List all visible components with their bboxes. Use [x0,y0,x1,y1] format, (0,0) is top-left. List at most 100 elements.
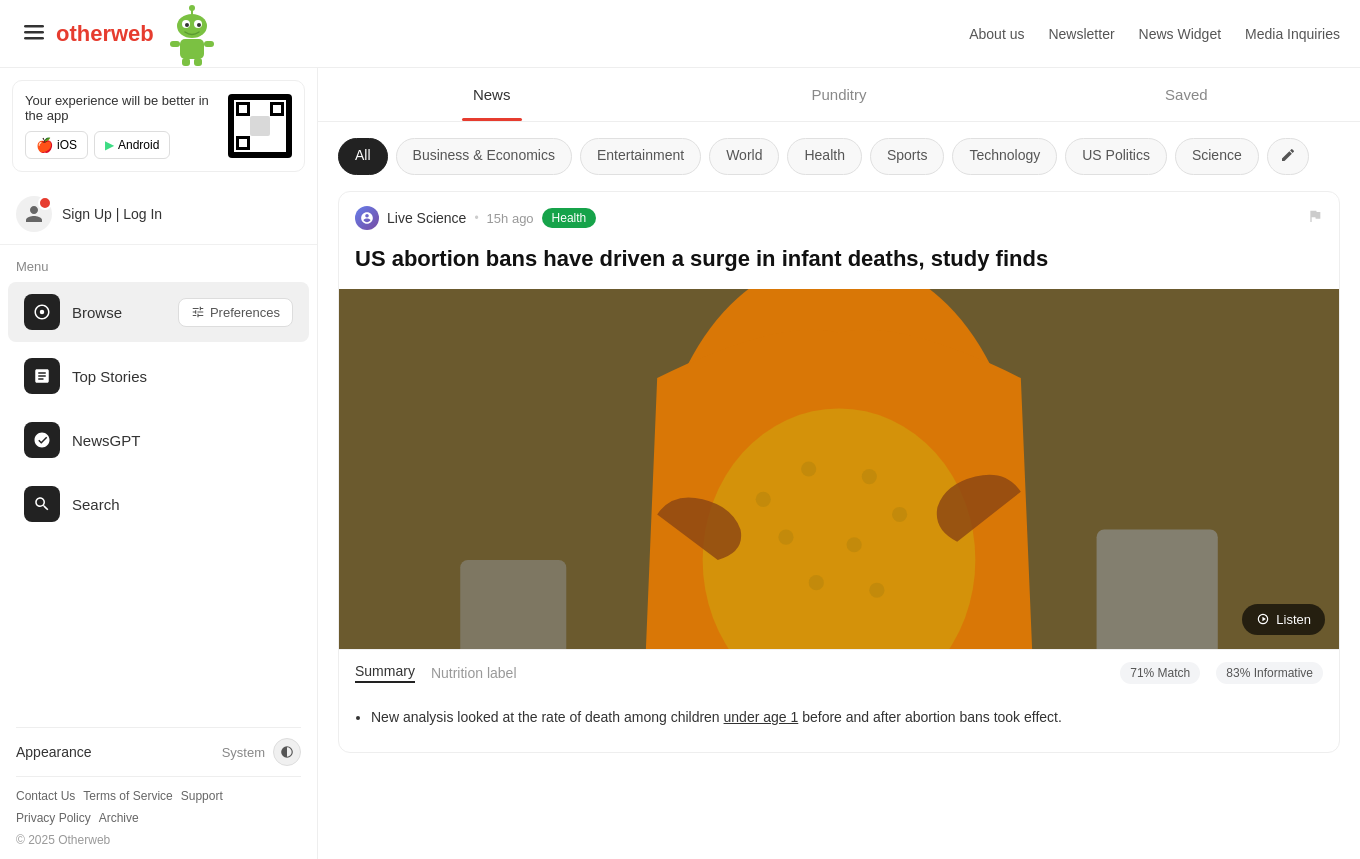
sidebar-item-browse[interactable]: Browse Preferences [8,282,309,342]
sidebar-item-newsgpt[interactable]: NewsGPT [8,410,309,470]
svg-rect-13 [182,58,190,66]
tab-news[interactable]: News [318,68,665,121]
sign-up-login-label: Sign Up | Log In [62,206,162,222]
svg-rect-29 [1097,529,1218,648]
privacy-link[interactable]: Privacy Policy [16,811,91,825]
support-link[interactable]: Support [181,789,223,803]
listen-label: Listen [1276,612,1311,627]
category-edit[interactable] [1267,138,1309,175]
category-technology[interactable]: Technology [952,138,1057,175]
preferences-button[interactable]: Preferences [178,298,293,327]
top-stories-icon [24,358,60,394]
category-world[interactable]: World [709,138,779,175]
listen-button[interactable]: Listen [1242,604,1325,635]
svg-point-24 [892,507,907,522]
source-name: Live Science [387,210,466,226]
svg-point-4 [189,5,195,11]
content-area: News Punditry Saved All Business & Econo… [318,68,1360,859]
sidebar-item-search[interactable]: Search [8,474,309,534]
app-promo: Your experience will be better in the ap… [12,80,305,172]
newsgpt-label: NewsGPT [72,432,140,449]
category-business[interactable]: Business & Economics [396,138,572,175]
main-layout: Your experience will be better in the ap… [0,68,1360,859]
ios-download-button[interactable]: 🍎 iOS [25,131,88,159]
article-image-container: Listen [339,289,1339,649]
top-header: otherweb [0,0,1360,68]
menu-label: Menu [0,245,317,280]
svg-point-27 [809,575,824,590]
system-label: System [222,745,265,760]
informative-badge: 83% Informative [1216,662,1323,684]
svg-point-9 [197,23,201,27]
nav-about[interactable]: About us [969,26,1024,42]
svg-point-21 [756,492,771,507]
source-logo [355,206,379,230]
category-health[interactable]: Health [787,138,861,175]
category-science[interactable]: Science [1175,138,1259,175]
underline-text: under age 1 [724,709,799,725]
category-entertainment[interactable]: Entertainment [580,138,701,175]
promo-text: Your experience will be better in the ap… [25,93,218,123]
category-badge: Health [542,208,597,228]
tos-link[interactable]: Terms of Service [83,789,172,803]
sidebar: Your experience will be better in the ap… [0,68,318,859]
article-card: Live Science • 15h ago Health US abortio… [338,191,1340,753]
category-all[interactable]: All [338,138,388,175]
svg-rect-12 [204,41,214,47]
logo-area: otherweb [20,4,222,64]
svg-rect-10 [180,39,204,59]
footer-links: Contact Us Terms of Service Support Priv… [16,789,301,825]
android-icon: ▶ [105,138,114,152]
newsgpt-icon [24,422,60,458]
archive-link[interactable]: Archive [99,811,139,825]
svg-rect-1 [24,31,44,34]
apple-icon: 🍎 [36,137,53,153]
flag-button[interactable] [1307,208,1323,228]
time-ago: 15h ago [487,211,534,226]
nav-media-inquiries[interactable]: Media Inquiries [1245,26,1340,42]
category-us-politics[interactable]: US Politics [1065,138,1167,175]
top-stories-label: Top Stories [72,368,147,385]
sidebar-toggle[interactable] [20,18,48,50]
article-bullets: New analysis looked at the rate of death… [339,696,1339,752]
article-title: US abortion bans have driven a surge in … [339,240,1339,289]
tab-saved[interactable]: Saved [1013,68,1360,121]
svg-point-28 [869,582,884,597]
tabs-bar: News Punditry Saved [318,68,1360,122]
article-meta: Live Science • 15h ago Health [339,192,1339,240]
appearance-row: Appearance System [16,727,301,777]
summary-tab[interactable]: Summary [355,663,415,683]
nav-news-widget[interactable]: News Widget [1139,26,1221,42]
contact-link[interactable]: Contact Us [16,789,75,803]
category-sports[interactable]: Sports [870,138,944,175]
svg-point-23 [862,469,877,484]
match-badge: 71% Match [1120,662,1200,684]
tab-punditry[interactable]: Punditry [665,68,1012,121]
user-row[interactable]: Sign Up | Log In [0,184,317,245]
user-avatar [16,196,52,232]
svg-point-26 [847,537,862,552]
browse-icon [24,294,60,330]
search-label: Search [72,496,120,513]
svg-rect-14 [194,58,202,66]
svg-point-25 [778,529,793,544]
nutrition-tab[interactable]: Nutrition label [431,665,517,681]
dot-separator: • [474,211,478,225]
appearance-right: System [222,738,301,766]
article-summary-bar: Summary Nutrition label 71% Match 83% In… [339,649,1339,696]
category-bar: All Business & Economics Entertainment W… [318,122,1360,191]
svg-point-22 [801,461,816,476]
robot-mascot [162,4,222,64]
copyright: © 2025 Otherweb [16,833,301,847]
theme-toggle-button[interactable] [273,738,301,766]
sidebar-footer: Appearance System Contact Us Terms of Se… [0,715,317,859]
search-icon [24,486,60,522]
android-download-button[interactable]: ▶ Android [94,131,170,159]
svg-point-8 [185,23,189,27]
article-image [339,289,1339,649]
svg-rect-0 [24,25,44,28]
logo-text: otherweb [56,21,154,47]
svg-rect-2 [24,37,44,40]
sidebar-item-top-stories[interactable]: Top Stories [8,346,309,406]
nav-newsletter[interactable]: Newsletter [1048,26,1114,42]
